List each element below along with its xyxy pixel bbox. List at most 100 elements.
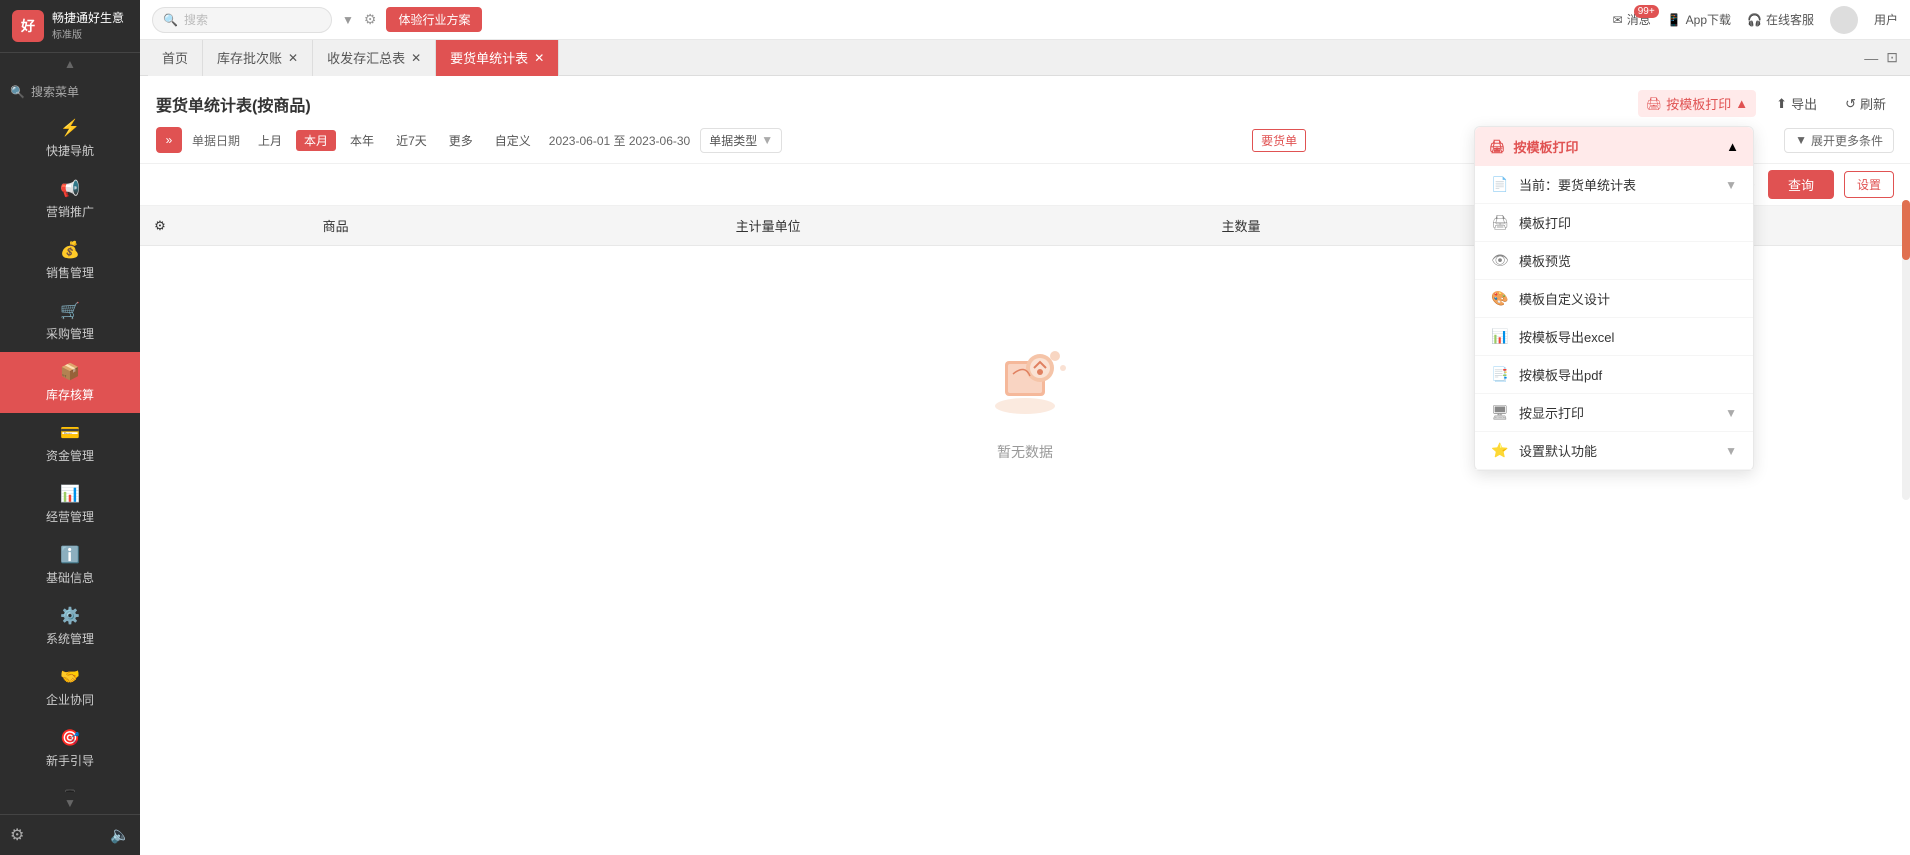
display-print-arrow: ▼ bbox=[1725, 406, 1737, 420]
global-search[interactable]: 🔍 搜索 bbox=[152, 7, 332, 33]
message-btn[interactable]: ✉ 消息 99+ bbox=[1613, 11, 1651, 28]
maximize-icon[interactable]: ⊡ bbox=[1886, 49, 1898, 66]
avatar[interactable] bbox=[1830, 6, 1858, 34]
refresh-label: 刷新 bbox=[1860, 94, 1886, 113]
col-unit-header: 主计量单位 bbox=[491, 206, 1045, 246]
dropdown-header[interactable]: 🖨 按模板打印 ▲ bbox=[1475, 127, 1753, 166]
settings-icon[interactable]: ⚙ bbox=[10, 825, 24, 845]
dropdown-export-pdf[interactable]: 📑 按模板导出pdf bbox=[1475, 356, 1753, 394]
message-icon: ✉ bbox=[1613, 13, 1623, 27]
marketing-icon: 📢 bbox=[60, 179, 80, 199]
header-actions: 🖨 按模板打印 ▲ ⬆ 导出 ↺ 刷新 🖨 bbox=[1638, 90, 1894, 117]
tab-order-stats[interactable]: 要货单统计表 ✕ bbox=[436, 40, 559, 76]
date-btn-this-year[interactable]: 本年 bbox=[342, 130, 382, 151]
minimize-icon[interactable]: — bbox=[1864, 50, 1878, 66]
search-icon: 🔍 bbox=[10, 85, 25, 99]
col-gear-header[interactable]: ⚙ bbox=[140, 206, 180, 246]
sidebar-item-purchase[interactable]: 🛒 采购管理 bbox=[0, 291, 140, 352]
dropdown-current-label: 当前：要货单统计表 bbox=[1519, 175, 1636, 194]
right-scrollbar[interactable] bbox=[1902, 200, 1910, 500]
tab-batch-account[interactable]: 库存批次账 ✕ bbox=[203, 40, 313, 76]
export-excel-label: 按模板导出excel bbox=[1519, 327, 1614, 346]
sidebar-scroll-up[interactable]: ▲ bbox=[0, 53, 140, 75]
sidebar-item-basic[interactable]: ℹ️ 基础信息 bbox=[0, 535, 140, 596]
sidebar-item-system[interactable]: ⚙️ 系统管理 bbox=[0, 596, 140, 657]
display-print-label: 按显示打印 bbox=[1519, 403, 1584, 422]
template-print-label: 模板打印 bbox=[1519, 213, 1571, 232]
gear-icon[interactable]: ⚙ bbox=[154, 218, 166, 233]
topbar-dropdown-icon[interactable]: ▼ bbox=[342, 13, 354, 27]
sidebar-item-guide[interactable]: 🎯 新手引导 bbox=[0, 718, 140, 779]
refresh-icon: ↺ bbox=[1845, 96, 1856, 112]
finance-icon: 💳 bbox=[60, 423, 80, 443]
display-print-left: 🖥 按显示打印 bbox=[1491, 403, 1584, 422]
date-filter-label: 单据日期 bbox=[192, 132, 240, 149]
sidebar-item-marketing[interactable]: 📢 营销推广 bbox=[0, 169, 140, 230]
search-label: 搜索菜单 bbox=[31, 83, 79, 100]
tab-order-stats-close[interactable]: ✕ bbox=[534, 51, 544, 65]
dropdown-export-excel[interactable]: 📊 按模板导出excel bbox=[1475, 318, 1753, 356]
sidebar-item-corp[interactable]: 🤝 企业协同 bbox=[0, 657, 140, 718]
print-template-btn[interactable]: 🖨 按模板打印 ▲ bbox=[1638, 90, 1756, 117]
trial-button[interactable]: 体验行业方案 bbox=[386, 7, 482, 32]
dropdown-template-design[interactable]: 🎨 模板自定义设计 bbox=[1475, 280, 1753, 318]
date-btn-more[interactable]: 更多 bbox=[441, 130, 481, 151]
date-range-display: 2023-06-01 至 2023-06-30 bbox=[549, 132, 690, 149]
filter-expand-arrow[interactable]: » bbox=[156, 127, 182, 153]
query-button[interactable]: 查询 bbox=[1768, 170, 1834, 199]
template-print-icon: 🖨 bbox=[1491, 214, 1509, 231]
dropdown-current-left: 📄 当前：要货单统计表 bbox=[1491, 175, 1636, 194]
sidebar-item-inventory[interactable]: 📦 库存核算 bbox=[0, 352, 140, 413]
sidebar-item-label: 营销推广 bbox=[46, 203, 94, 220]
tab-receipt-summary[interactable]: 收发存汇总表 ✕ bbox=[313, 40, 436, 76]
expand-more-btn[interactable]: ▼ 展开更多条件 bbox=[1784, 128, 1894, 153]
sidebar-item-quick-nav[interactable]: ⚡ 快捷导航 bbox=[0, 108, 140, 169]
refresh-btn[interactable]: ↺ 刷新 bbox=[1837, 90, 1894, 117]
sidebar-item-label: 库存核算 bbox=[46, 386, 94, 403]
sidebar-item-apps[interactable]: 📱 应用中心 bbox=[0, 779, 140, 792]
date-btn-7days[interactable]: 近7天 bbox=[388, 130, 435, 151]
date-btn-last-month[interactable]: 上月 bbox=[250, 130, 290, 151]
dropdown-printer-icon: 🖨 bbox=[1489, 139, 1506, 155]
display-print-icon: 🖥 bbox=[1491, 404, 1509, 421]
app-name: 畅捷通好生意 bbox=[52, 11, 124, 27]
sidebar-scroll-down[interactable]: ▼ bbox=[0, 792, 140, 814]
dropdown-template-preview[interactable]: 👁 模板预览 bbox=[1475, 242, 1753, 280]
template-preview-icon: 👁 bbox=[1491, 252, 1509, 269]
expand-icon: ▼ bbox=[1795, 133, 1807, 147]
tab-order-stats-label: 要货单统计表 bbox=[450, 48, 528, 67]
online-service-btn[interactable]: 🎧 在线客服 bbox=[1747, 11, 1814, 28]
tab-receipt-summary-close[interactable]: ✕ bbox=[411, 51, 421, 65]
sidebar-item-sales[interactable]: 💰 销售管理 bbox=[0, 230, 140, 291]
tab-home[interactable]: 首页 bbox=[148, 40, 203, 76]
date-btn-this-month[interactable]: 本月 bbox=[296, 130, 336, 151]
print-chevron-up-icon: ▲ bbox=[1735, 96, 1748, 111]
sidebar-item-operations[interactable]: 📊 经营管理 bbox=[0, 474, 140, 535]
search-placeholder: 搜索 bbox=[184, 11, 208, 28]
default-func-arrow: ▼ bbox=[1725, 444, 1737, 458]
date-btn-custom[interactable]: 自定义 bbox=[487, 130, 539, 151]
topbar: 🔍 搜索 ▼ ⚙ 体验行业方案 ✉ 消息 99+ 📱 App下载 🎧 在线客服 … bbox=[140, 0, 1910, 40]
dropdown-template-print[interactable]: 🖨 模板打印 bbox=[1475, 204, 1753, 242]
dropdown-default-func[interactable]: ⭐ 设置默认功能 ▼ bbox=[1475, 432, 1753, 470]
arrow-icon: » bbox=[166, 133, 173, 147]
sound-icon[interactable]: 🔈 bbox=[110, 825, 130, 845]
table-settings-button[interactable]: 设置 bbox=[1844, 171, 1894, 198]
app-download-btn[interactable]: 📱 App下载 bbox=[1667, 11, 1731, 28]
sidebar-item-finance[interactable]: 💳 资金管理 bbox=[0, 413, 140, 474]
default-func-label: 设置默认功能 bbox=[1519, 441, 1597, 460]
scrollbar-thumb[interactable] bbox=[1902, 200, 1910, 260]
print-dropdown: 🖨 按模板打印 ▲ 📄 当前：要货单统计表 ▼ 🖨 bbox=[1474, 126, 1754, 471]
sidebar-search[interactable]: 🔍 搜索菜单 bbox=[0, 75, 140, 108]
default-func-icon: ⭐ bbox=[1491, 442, 1509, 459]
doc-type-filter[interactable]: 单据类型 ▼ bbox=[700, 128, 782, 153]
online-service-label: 在线客服 bbox=[1766, 11, 1814, 28]
export-btn[interactable]: ⬆ 导出 bbox=[1768, 90, 1825, 117]
tab-batch-account-close[interactable]: ✕ bbox=[288, 51, 298, 65]
dropdown-display-print[interactable]: 🖥 按显示打印 ▼ bbox=[1475, 394, 1753, 432]
topbar-gear-icon[interactable]: ⚙ bbox=[364, 11, 377, 28]
sidebar: 好 畅捷通好生意 标准版 ▲ 🔍 搜索菜单 ⚡ 快捷导航 📢 营销推广 💰 销售… bbox=[0, 0, 140, 855]
topbar-right: ✉ 消息 99+ 📱 App下载 🎧 在线客服 用户 bbox=[1613, 6, 1898, 34]
sidebar-bottom: ⚙ 🔈 bbox=[0, 814, 140, 855]
dropdown-current[interactable]: 📄 当前：要货单统计表 ▼ bbox=[1475, 166, 1753, 204]
